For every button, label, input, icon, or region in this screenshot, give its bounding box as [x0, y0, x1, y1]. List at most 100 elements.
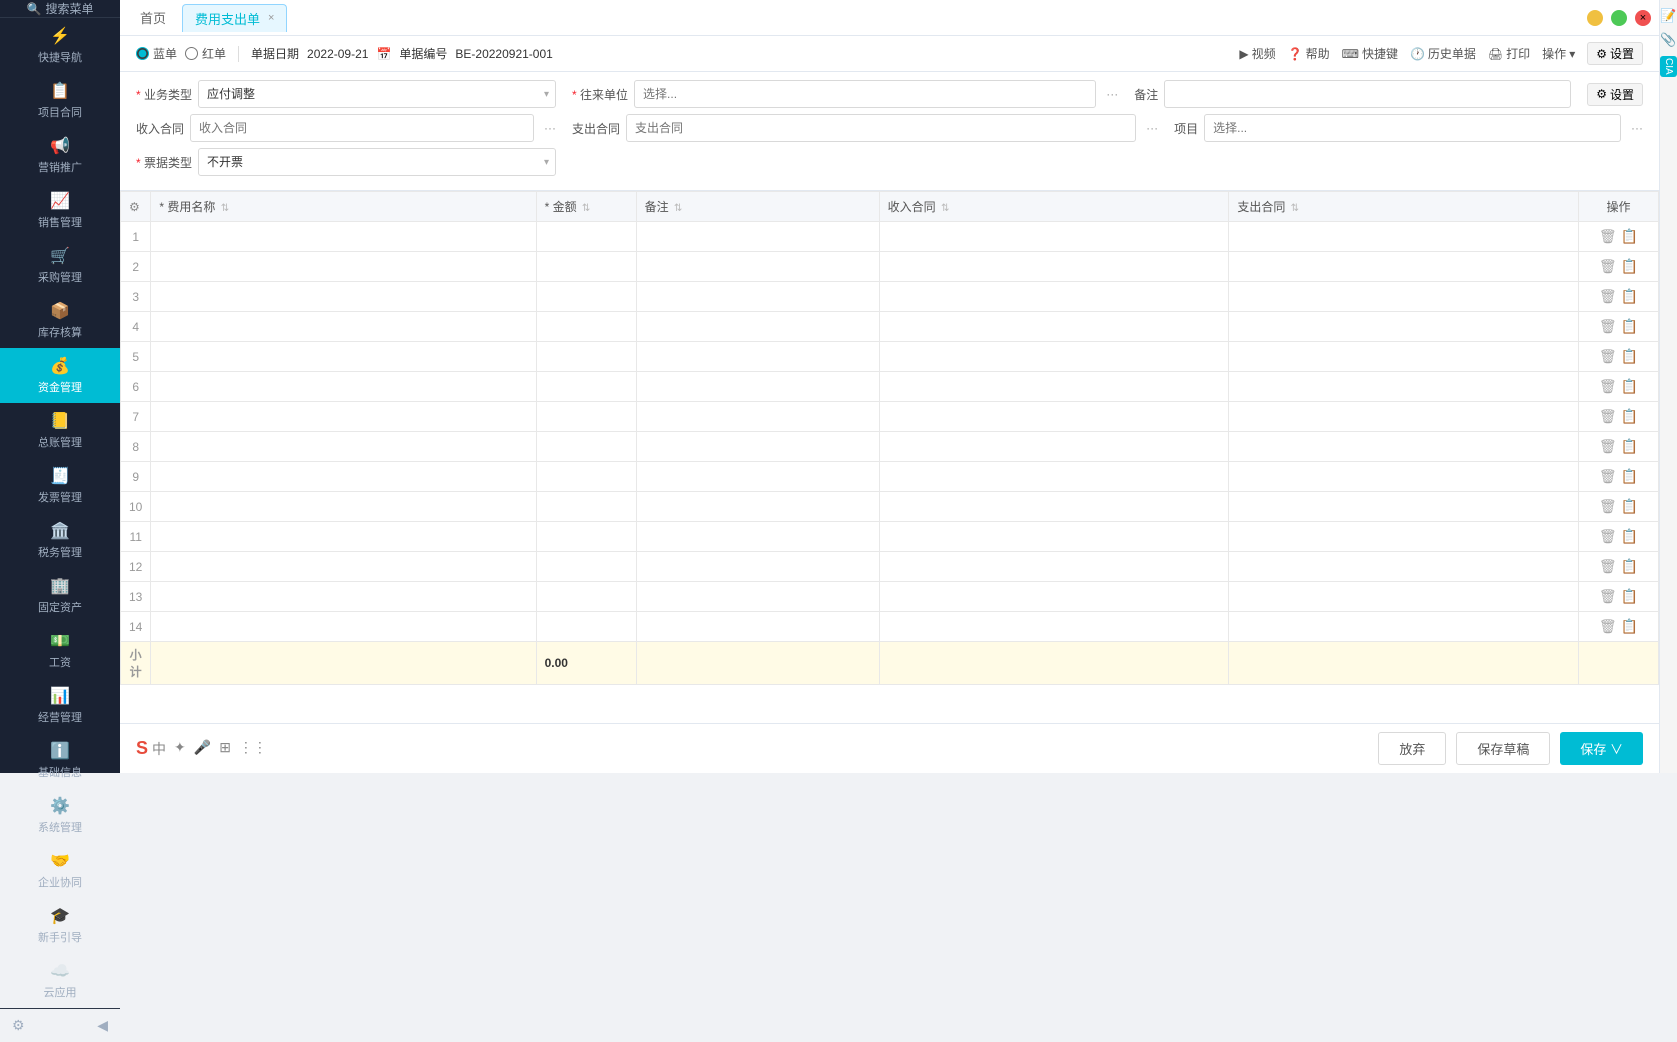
expense-name-cell[interactable] — [151, 312, 536, 342]
sidebar-item-salary[interactable]: 💵工资 — [0, 623, 120, 678]
row-copy-icon[interactable]: 📋 — [1621, 588, 1638, 605]
sidebar-item-enterprise[interactable]: 🤝企业协同 — [0, 843, 120, 898]
remark-cell[interactable] — [636, 222, 879, 252]
row-copy-icon[interactable]: 📋 — [1621, 348, 1638, 365]
income-contract-cell[interactable] — [879, 402, 1229, 432]
sidebar-item-tax[interactable]: 🏛️税务管理 — [0, 513, 120, 568]
sidebar-item-ops[interactable]: 📊经营管理 — [0, 678, 120, 733]
invoice-type-select-wrapper[interactable]: 不开票 ▾ — [198, 148, 556, 176]
sort-icon[interactable]: ⇅ — [582, 203, 590, 214]
remark-cell[interactable] — [636, 522, 879, 552]
project-input[interactable] — [1204, 114, 1621, 142]
partner-dots-btn[interactable]: ··· — [1106, 87, 1118, 101]
row-delete-icon[interactable]: 🗑 — [1599, 468, 1617, 485]
row-delete-icon[interactable]: 🗑 — [1599, 498, 1617, 515]
remark-cell[interactable] — [636, 372, 879, 402]
sidebar-item-capital[interactable]: 💰资金管理 — [0, 348, 120, 403]
expense-contract-cell[interactable] — [1229, 252, 1579, 282]
expense-contract-cell[interactable] — [1229, 432, 1579, 462]
th-gear[interactable]: ⚙ — [121, 192, 151, 222]
sidebar-item-cloud-app[interactable]: ☁️云应用 — [0, 953, 120, 1008]
row-delete-icon[interactable]: 🗑 — [1599, 228, 1617, 245]
expense-contract-cell[interactable] — [1229, 342, 1579, 372]
expense-contract-cell[interactable] — [1229, 582, 1579, 612]
window-close-btn[interactable]: × — [1635, 10, 1651, 26]
remark-cell[interactable] — [636, 432, 879, 462]
row-delete-icon[interactable]: 🗑 — [1599, 588, 1617, 605]
row-copy-icon[interactable]: 📋 — [1621, 378, 1638, 395]
expense-contract-cell[interactable] — [1229, 282, 1579, 312]
income-contract-input[interactable] — [190, 114, 534, 142]
row-copy-icon[interactable]: 📋 — [1621, 528, 1638, 545]
expense-name-cell[interactable] — [151, 432, 536, 462]
biz-type-select[interactable]: 应付调整 — [207, 87, 547, 101]
project-dots-btn[interactable]: ··· — [1631, 121, 1643, 135]
expense-contract-dots-btn[interactable]: ··· — [1146, 121, 1158, 135]
amount-cell[interactable] — [536, 402, 636, 432]
income-contract-dots-btn[interactable]: ··· — [544, 121, 556, 135]
settings-icon[interactable]: ⚙ — [12, 1017, 25, 1034]
sort-icon[interactable]: ⇅ — [674, 203, 682, 214]
income-contract-cell[interactable] — [879, 582, 1229, 612]
sort-icon[interactable]: ⇅ — [221, 203, 229, 214]
remark-input[interactable] — [1164, 80, 1571, 108]
remark-cell[interactable] — [636, 312, 879, 342]
income-contract-cell[interactable] — [879, 312, 1229, 342]
income-contract-cell[interactable] — [879, 492, 1229, 522]
history-btn[interactable]: 🕐 历史单据 — [1410, 45, 1476, 62]
tab-home[interactable]: 首页 — [128, 4, 178, 32]
help-btn[interactable]: ❓ 帮助 — [1288, 45, 1330, 62]
amount-cell[interactable] — [536, 252, 636, 282]
expense-contract-cell[interactable] — [1229, 522, 1579, 552]
sort-icon[interactable]: ⇅ — [941, 203, 949, 214]
settings-btn[interactable]: ⚙ 设置 — [1587, 42, 1643, 65]
video-btn[interactable]: ▶ 视频 — [1239, 45, 1275, 62]
expense-contract-cell[interactable] — [1229, 612, 1579, 642]
expense-contract-input[interactable] — [626, 114, 1136, 142]
sidebar-item-new-guide[interactable]: 🎓新手引导 — [0, 898, 120, 953]
footer-icon2[interactable]: ✦ — [174, 739, 186, 759]
window-minimize-btn[interactable] — [1587, 10, 1603, 26]
red-radio-label[interactable]: 红单 — [185, 45, 226, 62]
print-btn[interactable]: 🖨 打印 — [1488, 45, 1530, 62]
sidebar-item-sales[interactable]: 📈销售管理 — [0, 183, 120, 238]
expense-contract-cell[interactable] — [1229, 372, 1579, 402]
expense-name-cell[interactable] — [151, 612, 536, 642]
sidebar-item-accounting[interactable]: 📒总账管理 — [0, 403, 120, 458]
row-copy-icon[interactable]: 📋 — [1621, 468, 1638, 485]
row-delete-icon[interactable]: 🗑 — [1599, 378, 1617, 395]
remark-cell[interactable] — [636, 462, 879, 492]
expense-name-cell[interactable] — [151, 492, 536, 522]
amount-cell[interactable] — [536, 282, 636, 312]
amount-cell[interactable] — [536, 612, 636, 642]
expense-name-cell[interactable] — [151, 522, 536, 552]
expense-name-cell[interactable] — [151, 552, 536, 582]
partner-input[interactable] — [634, 80, 1096, 108]
income-contract-cell[interactable] — [879, 342, 1229, 372]
remark-cell[interactable] — [636, 402, 879, 432]
row-delete-icon[interactable]: 🗑 — [1599, 348, 1617, 365]
amount-cell[interactable] — [536, 582, 636, 612]
amount-cell[interactable] — [536, 222, 636, 252]
amount-cell[interactable] — [536, 312, 636, 342]
row-delete-icon[interactable]: 🗑 — [1599, 438, 1617, 455]
remark-cell[interactable] — [636, 282, 879, 312]
footer-icon1[interactable]: 中 — [152, 739, 166, 759]
income-contract-cell[interactable] — [879, 552, 1229, 582]
row-copy-icon[interactable]: 📋 — [1621, 438, 1638, 455]
income-contract-cell[interactable] — [879, 222, 1229, 252]
shortcut-btn[interactable]: ⌨ 快捷键 — [1342, 45, 1398, 62]
expense-contract-cell[interactable] — [1229, 462, 1579, 492]
row-copy-icon[interactable]: 📋 — [1621, 228, 1638, 245]
expense-contract-cell[interactable] — [1229, 552, 1579, 582]
row-delete-icon[interactable]: 🗑 — [1599, 288, 1617, 305]
amount-cell[interactable] — [536, 462, 636, 492]
gear-icon[interactable]: ⚙ — [129, 200, 140, 214]
blue-radio-label[interactable]: 蓝单 — [136, 45, 177, 62]
sidebar-item-project-contract[interactable]: 📋项目合同 — [0, 73, 120, 128]
right-panel-icon1[interactable]: 📝 — [1660, 8, 1676, 24]
row-copy-icon[interactable]: 📋 — [1621, 618, 1638, 635]
income-contract-cell[interactable] — [879, 282, 1229, 312]
sidebar-item-marketing[interactable]: 📢营销推广 — [0, 128, 120, 183]
tab-close-btn[interactable]: × — [268, 12, 274, 24]
